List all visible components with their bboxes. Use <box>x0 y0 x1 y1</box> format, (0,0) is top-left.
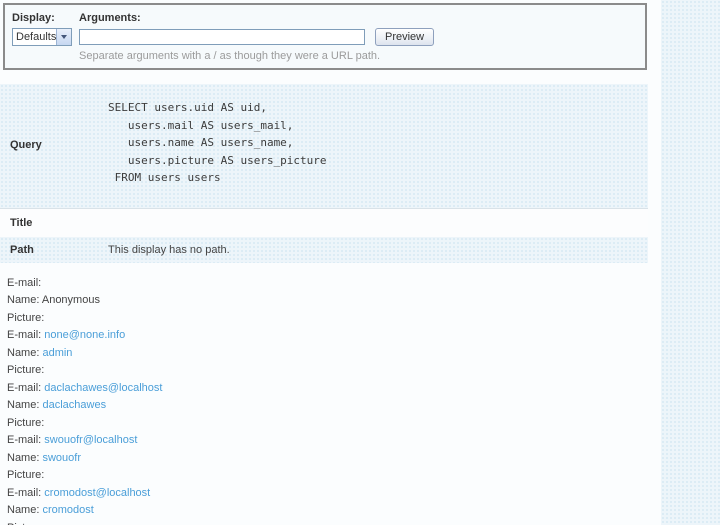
result-field-picture: Picture: <box>7 364 45 377</box>
preview-button[interactable]: Preview <box>375 28 435 46</box>
page-background-strip <box>661 0 720 525</box>
result-field-email: E-mail: cromodost@localhost <box>7 486 151 499</box>
display-select-value: Defaults <box>16 31 56 43</box>
user-name-link[interactable]: admin <box>42 347 72 359</box>
user-name-link[interactable]: cromodost <box>42 504 93 516</box>
result-field-name: Name: swouofr <box>7 451 81 464</box>
title-label: Title <box>10 216 33 229</box>
path-value: This display has no path. <box>108 243 230 256</box>
user-email-link[interactable]: daclachawes@localhost <box>44 382 162 394</box>
title-row: Title <box>0 207 648 237</box>
user-name-link[interactable]: swouofr <box>42 452 81 464</box>
query-sql: SELECT users.uid AS uid, users.mail AS u… <box>108 101 327 185</box>
result-field-picture: Picture: <box>7 469 45 482</box>
display-label: Display: <box>12 12 55 24</box>
arguments-help-text: Separate arguments with a / as though th… <box>79 50 381 62</box>
result-field-picture: Picture: <box>7 416 45 429</box>
result-field-picture: Picture: <box>7 311 45 324</box>
preview-meta-table: Query SELECT users.uid AS uid, users.mai… <box>0 84 648 263</box>
display-select[interactable]: Defaults <box>12 28 72 46</box>
result-field-name: Name: daclachawes <box>7 399 107 412</box>
user-name-text: Anonymous <box>41 294 100 307</box>
user-name-link[interactable]: daclachawes <box>42 399 106 411</box>
result-field-name: Name: admin <box>7 346 73 359</box>
result-field-name: Name: Anonymous <box>7 294 100 307</box>
chevron-down-icon[interactable] <box>56 29 71 45</box>
preview-controls-fieldset: Display: Defaults Arguments: Preview Sep… <box>3 3 647 70</box>
result-field-name: Name: cromodost <box>7 504 94 517</box>
result-field-email: E-mail: none@none.info <box>7 329 126 342</box>
user-email-link[interactable]: none@none.info <box>44 329 125 341</box>
user-email-link[interactable]: cromodost@localhost <box>44 487 150 499</box>
arguments-label: Arguments: <box>79 12 141 24</box>
views-preview-pane: Display: Defaults Arguments: Preview Sep… <box>0 0 648 525</box>
result-field-email: E-mail: swouofr@localhost <box>7 434 138 447</box>
arguments-input[interactable] <box>79 29 365 45</box>
query-row: Query SELECT users.uid AS uid, users.mai… <box>0 84 648 208</box>
preview-results-list: E-mail: Name: Anonymous Picture: E-mail:… <box>7 275 648 525</box>
query-label: Query <box>10 139 42 152</box>
user-email-link[interactable]: swouofr@localhost <box>44 434 137 446</box>
result-field-email: E-mail: daclachawes@localhost <box>7 381 163 394</box>
result-field-email: E-mail: <box>7 276 42 289</box>
path-label: Path <box>10 243 34 256</box>
result-field-picture: Picture: <box>7 520 648 525</box>
path-row: Path This display has no path. <box>0 236 648 263</box>
